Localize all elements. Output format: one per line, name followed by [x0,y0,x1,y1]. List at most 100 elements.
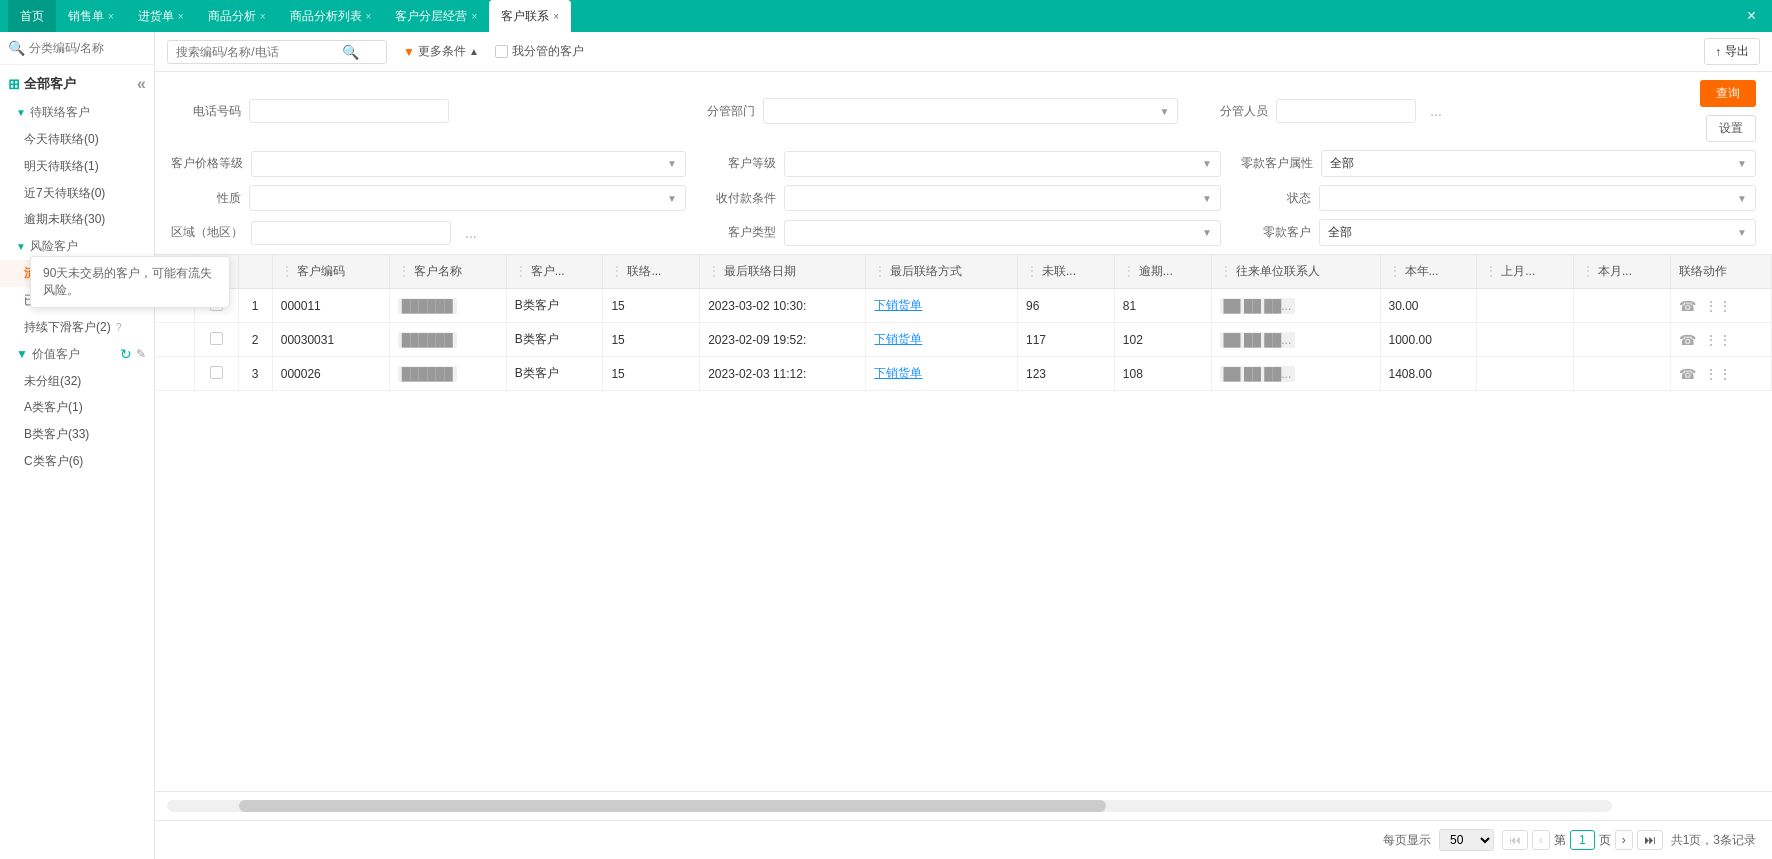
main-layout: 🔍 ⊞ 全部客户 « ▼ 待联络客户 今天待联络(0) 明天待联络(1) 近7天… [0,32,1772,859]
sidebar-item-b-class[interactable]: B类客户(33) [0,421,154,448]
query-button[interactable]: 查询 [1700,80,1756,107]
gender-select[interactable]: ▼ [249,185,686,211]
row-unit-contact: ██ ██ ██... [1211,323,1380,357]
row-overdue: 108 [1114,357,1211,391]
zero-attr-label: 零款客户属性 [1241,155,1313,172]
sidebar-item-overdue-contact[interactable]: 逾期未联络(30) [0,206,154,233]
close-goods-analysis-icon[interactable]: × [260,11,266,22]
payment-select[interactable]: ▼ [784,185,1221,211]
row-checkbox-cell[interactable] [195,357,238,391]
more-action-icon[interactable]: ⋮⋮ [1704,366,1732,382]
gender-label: 性质 [171,190,241,207]
row-checkbox[interactable] [210,366,223,379]
export-button[interactable]: ↑ 导出 [1704,38,1760,65]
nav-tab-goods-analysis-list[interactable]: 商品分析列表 × [278,0,384,32]
horizontal-scrollbar[interactable] [155,791,1772,820]
nav-tab-goods-analysis-label: 商品分析 [208,8,256,25]
person-ellipsis-button[interactable]: ... [1424,103,1448,119]
close-all-button[interactable]: × [1739,7,1764,25]
nav-tab-customer-contact[interactable]: 客户联系 × [489,0,571,32]
contact-action-icon[interactable]: ☎ [1679,366,1696,382]
sidebar-item-7day-contact[interactable]: 近7天待联络(0) [0,180,154,207]
more-action-icon[interactable]: ⋮⋮ [1704,332,1732,348]
page-total: 共1页，3条记录 [1671,832,1756,849]
row-name-blurred: ██████ [398,366,457,382]
zero-attr-select[interactable]: 全部 ▼ [1321,150,1756,177]
my-customers-checkbox[interactable] [495,45,508,58]
more-conditions-button[interactable]: ▼ 更多条件 ▲ [395,39,487,64]
my-customers-label: 我分管的客户 [512,43,584,60]
sidebar-item-ungrouped[interactable]: 未分组(32) [0,368,154,395]
sidebar-item-today-contact[interactable]: 今天待联络(0) [0,126,154,153]
close-customer-contact-icon[interactable]: × [553,11,559,22]
sidebar-all-customers-title[interactable]: ⊞ 全部客户 « [0,69,154,99]
phone-input[interactable] [249,99,449,123]
sidebar-item-declining[interactable]: 持续下滑客户(2) ? [0,314,154,341]
nav-tab-sales[interactable]: 销售单 × [56,0,126,32]
nav-tab-purchase[interactable]: 进货单 × [126,0,196,32]
col-type: ⋮客户... [506,255,603,289]
last-method-link[interactable]: 下销货单 [874,332,922,346]
row-checkbox[interactable] [210,332,223,345]
close-purchase-icon[interactable]: × [178,11,184,22]
nav-tab-home[interactable]: 首页 [8,0,56,32]
tomorrow-contact-label: 明天待联络(1) [24,159,99,173]
edit-icon[interactable]: ✎ [136,347,146,361]
more-action-icon[interactable]: ⋮⋮ [1704,298,1732,314]
col-code-label: 客户编码 [297,264,345,278]
toolbar-search-input[interactable] [176,45,336,59]
contact-action-icon[interactable]: ☎ [1679,298,1696,314]
scrollbar-thumb[interactable] [239,800,1106,812]
my-customers-checkbox-group[interactable]: 我分管的客户 [495,43,584,60]
last-page-button[interactable]: ⏭ [1637,830,1663,850]
churn-section-label: 风险客户 [30,238,78,255]
nav-tab-goods-analysis[interactable]: 商品分析 × [196,0,278,32]
dept-select[interactable]: ▼ [763,98,1179,124]
sidebar-search-input[interactable] [29,41,155,55]
per-page-select[interactable]: 50 100 200 [1439,829,1494,851]
col-contact-label: 联络... [627,264,661,278]
first-page-button[interactable]: ⏮ [1502,830,1528,850]
row-checkbox-cell[interactable] [195,323,238,357]
status-select[interactable]: ▼ [1319,185,1756,211]
region-label: 区域（地区） [171,224,243,241]
close-sales-icon[interactable]: × [108,11,114,22]
person-input[interactable] [1276,99,1416,123]
zero-customer-select[interactable]: 全部 ▼ [1319,219,1756,246]
prev-page-button[interactable]: ‹ [1532,830,1550,850]
sidebar-item-a-class[interactable]: A类客户(1) [0,394,154,421]
region-input[interactable] [251,221,451,245]
contact-action-icon[interactable]: ☎ [1679,332,1696,348]
level-select[interactable]: ▼ [784,151,1221,177]
customer-type-select[interactable]: ▼ [784,220,1221,246]
col-action: 联络动作 [1670,255,1771,289]
toolbar-search-button[interactable]: 🔍 [342,44,359,60]
price-level-select[interactable]: ▼ [251,151,686,177]
settings-button[interactable]: 设置 [1706,115,1756,142]
sidebar-item-tomorrow-contact[interactable]: 明天待联络(1) [0,153,154,180]
col-contact-resize: ⋮ [611,264,623,278]
row-last-method[interactable]: 下销货单 [866,289,1018,323]
sidebar-value-group[interactable]: ▼ 价值客户 ↻ ✎ [0,341,154,368]
nav-tab-customer-layer-label: 客户分层经营 [395,8,467,25]
scrollbar-track[interactable] [167,800,1612,812]
nav-tab-customer-layer[interactable]: 客户分层经营 × [383,0,489,32]
close-goods-list-icon[interactable]: × [366,11,372,22]
region-ellipsis-button[interactable]: ... [459,225,483,241]
last-method-link[interactable]: 下销货单 [874,298,922,312]
filter-field-person: 分管人员 ... [1198,99,1692,123]
sidebar-collapse-button[interactable]: « [137,75,146,93]
row-last-method[interactable]: 下销货单 [866,357,1018,391]
row-last-method[interactable]: 下销货单 [866,323,1018,357]
next-page-button[interactable]: › [1615,830,1633,850]
current-page: 1 [1570,830,1595,850]
pagination: 每页显示 50 100 200 ⏮ ‹ 第 1 页 › ⏭ 共1页，3条记录 [155,820,1772,859]
last-method-link[interactable]: 下销货单 [874,366,922,380]
sidebar-pending-group[interactable]: ▼ 待联络客户 [0,99,154,126]
row-unit-contact-blurred: ██ ██ ██... [1220,332,1296,348]
action-icons-group: ☎ ⋮⋮ [1679,298,1763,314]
refresh-icon[interactable]: ↻ [120,346,132,362]
close-customer-layer-icon[interactable]: × [471,11,477,22]
sidebar-item-c-class[interactable]: C类客户(6) [0,448,154,475]
row-contact-count: 15 [603,357,700,391]
